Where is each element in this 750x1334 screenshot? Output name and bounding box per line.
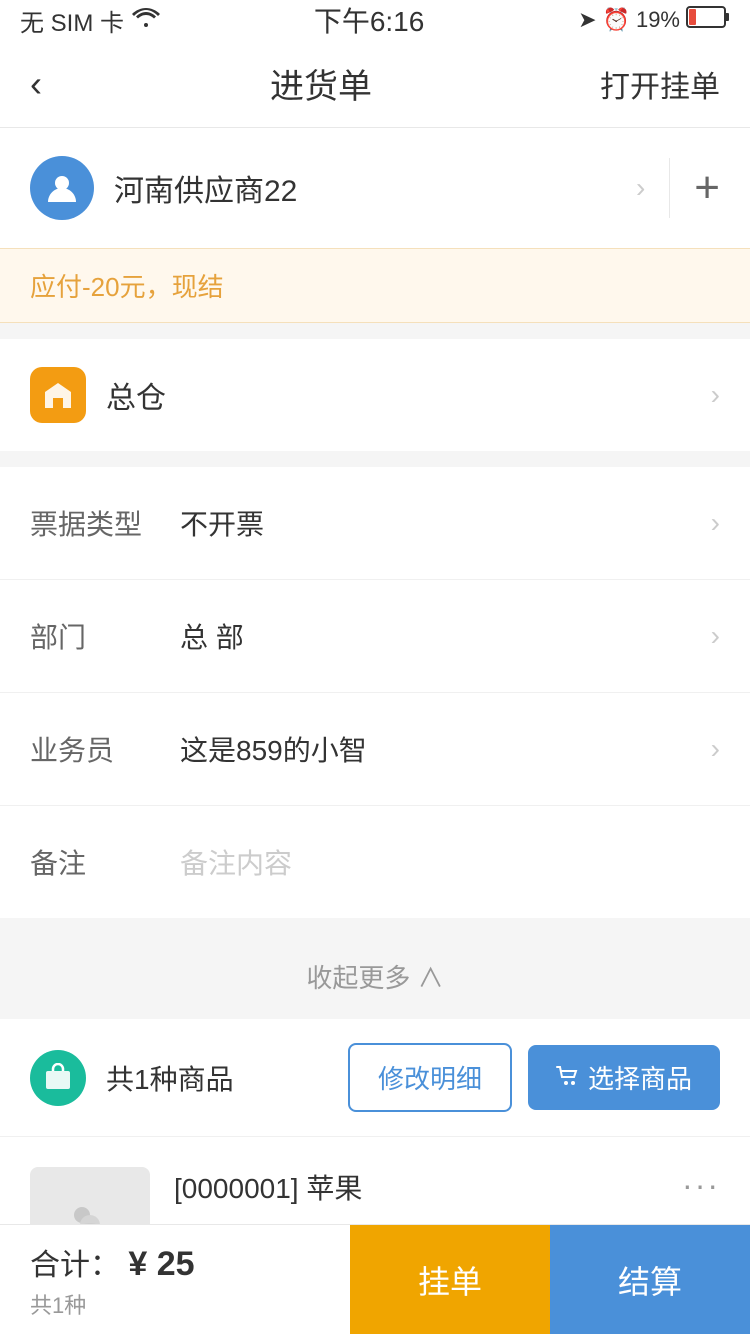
remark-row[interactable]: 备注 备注内容: [0, 806, 750, 918]
battery-label: 19%: [636, 7, 680, 33]
location-icon: ➤: [578, 7, 596, 33]
supplier-row[interactable]: 河南供应商22 › +: [0, 128, 750, 248]
products-icon: [30, 1050, 86, 1106]
alarm-icon: ⏰: [603, 7, 630, 33]
chevron-right-icon: ›: [711, 379, 720, 411]
supplier-avatar: [30, 156, 94, 220]
status-bar-left: 无 SIM 卡: [20, 3, 160, 38]
select-product-button[interactable]: 选择商品: [528, 1045, 720, 1110]
form-section: 票据类型 不开票 › 部门 总 部 › 业务员 这是859的小智 › 备注 备注…: [0, 467, 750, 918]
sales-value: 这是859的小智: [160, 729, 711, 769]
remark-placeholder: 备注内容: [160, 842, 720, 882]
edit-detail-button[interactable]: 修改明细: [348, 1043, 512, 1112]
invoice-row[interactable]: 票据类型 不开票 ›: [0, 467, 750, 580]
bottom-total: 合计： ¥ 25 共1种: [0, 1225, 350, 1334]
invoice-value: 不开票: [160, 503, 711, 543]
back-button[interactable]: ‹: [30, 63, 42, 105]
status-bar-time: 下午6:16: [314, 0, 425, 40]
chevron-right-icon: ›: [711, 507, 720, 539]
invoice-label: 票据类型: [30, 503, 160, 543]
warehouse-name: 总仓: [106, 373, 711, 417]
vertical-divider: [669, 158, 670, 218]
hold-button[interactable]: 挂单: [350, 1225, 550, 1334]
nav-bar: ‹ 进货单 打开挂单: [0, 40, 750, 128]
chevron-right-icon: ›: [636, 172, 645, 204]
carrier-label: 无 SIM 卡: [20, 3, 124, 38]
supplier-alert: 应付-20元，现结: [0, 248, 750, 323]
chevron-right-icon: ›: [711, 733, 720, 765]
checkout-button[interactable]: 结算: [550, 1225, 750, 1334]
bottom-bar: 合计： ¥ 25 共1种 挂单 结算: [0, 1224, 750, 1334]
status-bar-right: ➤ ⏰ 19%: [578, 6, 730, 34]
warehouse-section: 总仓 ›: [0, 339, 750, 451]
battery-icon: [686, 6, 730, 34]
status-bar: 无 SIM 卡 下午6:16 ➤ ⏰ 19%: [0, 0, 750, 40]
product-code: [0000001]: [174, 1173, 299, 1204]
dept-row[interactable]: 部门 总 部 ›: [0, 580, 750, 693]
chevron-right-icon: ›: [711, 620, 720, 652]
dept-label: 部门: [30, 616, 160, 656]
collapse-row[interactable]: 收起更多 ∧: [0, 934, 750, 1019]
total-amount-row: 合计： ¥ 25: [30, 1240, 320, 1284]
warehouse-row[interactable]: 总仓 ›: [0, 339, 750, 451]
products-header: 共1种商品 修改明细 选择商品: [0, 1019, 750, 1137]
total-amount: ¥ 25: [128, 1245, 194, 1283]
sales-row[interactable]: 业务员 这是859的小智 ›: [0, 693, 750, 806]
supplier-name: 河南供应商22: [114, 166, 636, 210]
select-product-label: 选择商品: [588, 1059, 692, 1096]
add-supplier-button[interactable]: +: [694, 166, 720, 210]
product-more-button[interactable]: ···: [682, 1167, 720, 1204]
total-label: 合计：: [30, 1249, 120, 1282]
page-title: 进货单: [270, 59, 372, 108]
sales-label: 业务员: [30, 729, 160, 769]
product-name: [0000001] 苹果: [174, 1167, 658, 1207]
supplier-section: 河南供应商22 › + 应付-20元，现结: [0, 128, 750, 323]
cart-icon: [556, 1062, 580, 1093]
remark-label: 备注: [30, 842, 160, 882]
wifi-icon: [132, 6, 160, 34]
products-count: 共1种商品: [106, 1058, 348, 1098]
open-hold-button[interactable]: 打开挂单: [600, 62, 720, 106]
collapse-label: 收起更多 ∧: [306, 958, 443, 995]
dept-value: 总 部: [160, 616, 711, 656]
warehouse-icon: [30, 367, 86, 423]
total-count: 共1种: [30, 1288, 320, 1320]
